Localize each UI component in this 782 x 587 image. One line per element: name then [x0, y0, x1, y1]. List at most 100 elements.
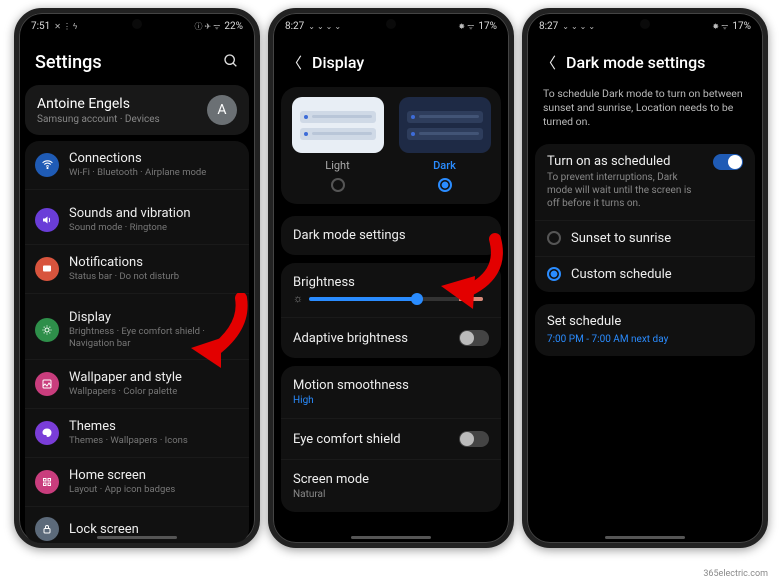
custom-option-row[interactable]: Custom schedule [535, 257, 755, 292]
status-icons-right: ✸ ᯤ [458, 21, 474, 32]
disp-icon [35, 318, 59, 342]
battery-pct: 17% [478, 21, 497, 32]
status-icons-left: ⌄ ⌄ ⌄ ⌄ [308, 22, 341, 31]
list-item-vol[interactable]: Sounds and vibration Sound mode · Ringto… [25, 196, 249, 245]
status-icons-left: ✕ ⋮ ϟ [54, 22, 77, 31]
row-value: High [293, 395, 314, 406]
theme-option-light[interactable]: Light [289, 97, 386, 192]
page-title: Dark mode settings [566, 53, 705, 72]
row-title: Motion smoothness [293, 378, 409, 393]
list-item-disp[interactable]: Display Brightness · Eye comfort shield … [25, 300, 249, 361]
scheduled-toggle[interactable] [713, 154, 743, 170]
account-name: Antoine Engels [37, 96, 160, 112]
camera-notch [386, 19, 396, 29]
wall-icon [35, 372, 59, 396]
row-subtitle: To prevent interruptions, Dark mode will… [547, 171, 703, 210]
row-title: Adaptive brightness [293, 331, 408, 346]
theme-option-dark[interactable]: Dark [396, 97, 493, 192]
phone-display: 8:27 ⌄ ⌄ ⌄ ⌄ ✸ ᯤ 17% 〈 Display Light [268, 8, 514, 548]
page-title: Display [312, 53, 364, 72]
list-item-wall[interactable]: Wallpaper and style Wallpapers · Color p… [25, 360, 249, 409]
row-title: Sunset to sunrise [571, 231, 671, 246]
back-icon[interactable]: 〈 [287, 52, 302, 73]
row-value: 7:00 PM - 7:00 AM next day [547, 333, 668, 346]
screen-mode-row[interactable]: Screen mode Natural [281, 460, 501, 512]
sunset-option-row[interactable]: Sunset to sunrise [535, 221, 755, 257]
status-time: 8:27 [285, 21, 304, 32]
row-title: Set schedule [547, 314, 621, 329]
status-icons-left: ⌄ ⌄ ⌄ ⌄ [562, 22, 595, 31]
theme-label: Light [325, 159, 349, 172]
list-item-sub: Brightness · Eye comfort shield · Naviga… [69, 326, 239, 350]
list-item-title: Connections [69, 151, 239, 166]
eye-comfort-toggle[interactable] [459, 431, 489, 447]
lock-icon [35, 517, 59, 541]
list-item-title: Display [69, 310, 239, 325]
settings-list: Connections Wi-Fi · Bluetooth · Airplane… [25, 141, 249, 543]
nav-indicator[interactable] [605, 536, 685, 539]
list-item-wifi[interactable]: Connections Wi-Fi · Bluetooth · Airplane… [25, 141, 249, 190]
account-card[interactable]: Antoine Engels Samsung account · Devices… [25, 85, 249, 135]
list-item-sub: Sound mode · Ringtone [69, 222, 239, 234]
nav-indicator[interactable] [351, 536, 431, 539]
list-item-sub: Wi-Fi · Bluetooth · Airplane mode [69, 167, 239, 179]
list-item-sub: Layout · App icon badges [69, 484, 239, 496]
adaptive-brightness-toggle[interactable] [459, 330, 489, 346]
camera-notch [132, 19, 142, 29]
list-item-title: Themes [69, 419, 239, 434]
avatar[interactable]: A [207, 95, 237, 125]
radio-light[interactable] [331, 178, 345, 192]
row-title: Custom schedule [571, 267, 672, 282]
vol-icon [35, 208, 59, 232]
list-item-notif[interactable]: Notifications Status bar · Do not distur… [25, 245, 249, 294]
search-icon[interactable] [223, 53, 239, 73]
status-time: 7:51 [31, 21, 50, 32]
battery-pct: 17% [732, 21, 751, 32]
list-item-theme[interactable]: Themes Themes · Wallpapers · Icons [25, 409, 249, 458]
phone-settings: 7:51 ✕ ⋮ ϟ ⓘ ✈ ᯤ 22% Settings Antoine En… [14, 8, 260, 548]
row-title: Brightness [293, 275, 489, 290]
scheduled-row[interactable]: Turn on as scheduled To prevent interrup… [535, 144, 755, 221]
theme-icon [35, 421, 59, 445]
status-icons-right: ⓘ ✈ ᯤ [194, 21, 220, 32]
dark-preview-icon [399, 97, 491, 153]
brightness-row: Brightness ☼ [281, 263, 501, 318]
watermark: 365electric.com [4, 565, 778, 579]
theme-selector: Light Dark [281, 87, 501, 204]
radio-sunset[interactable] [547, 231, 561, 245]
status-time: 8:27 [539, 21, 558, 32]
list-item-sub: Status bar · Do not disturb [69, 271, 239, 283]
list-item-sub: Wallpapers · Color palette [69, 386, 239, 398]
set-schedule-row[interactable]: Set schedule 7:00 PM - 7:00 AM next day [535, 304, 755, 356]
list-item-home[interactable]: Home screen Layout · App icon badges [25, 458, 249, 507]
status-icons-right: ✸ ᯤ [712, 21, 728, 32]
row-title: Dark mode settings [293, 228, 406, 243]
dark-mode-settings-row[interactable]: Dark mode settings [281, 216, 501, 255]
row-value: Natural [293, 489, 325, 500]
battery-pct: 22% [224, 21, 243, 32]
radio-custom[interactable] [547, 267, 561, 281]
home-icon [35, 470, 59, 494]
list-item-title: Notifications [69, 255, 239, 270]
list-item-title: Home screen [69, 468, 239, 483]
nav-indicator[interactable] [97, 536, 177, 539]
notif-icon [35, 257, 59, 281]
back-icon[interactable]: 〈 [541, 52, 556, 73]
brightness-slider[interactable] [309, 297, 483, 301]
motion-smoothness-row[interactable]: Motion smoothness High [281, 366, 501, 419]
list-item-title: Lock screen [69, 522, 239, 537]
list-item-sub: Themes · Wallpapers · Icons [69, 435, 239, 447]
row-title: Turn on as scheduled [547, 154, 703, 169]
row-title: Screen mode [293, 472, 369, 487]
account-subtitle: Samsung account · Devices [37, 114, 160, 125]
list-item-title: Sounds and vibration [69, 206, 239, 221]
page-title: Settings [35, 52, 102, 73]
row-title: Eye comfort shield [293, 432, 401, 447]
camera-notch [640, 19, 650, 29]
light-preview-icon [292, 97, 384, 153]
theme-label: Dark [433, 159, 456, 172]
location-note: To schedule Dark mode to turn on between… [527, 83, 763, 140]
radio-dark[interactable] [438, 178, 452, 192]
eye-comfort-row[interactable]: Eye comfort shield [281, 419, 501, 460]
adaptive-brightness-row[interactable]: Adaptive brightness [281, 318, 501, 358]
